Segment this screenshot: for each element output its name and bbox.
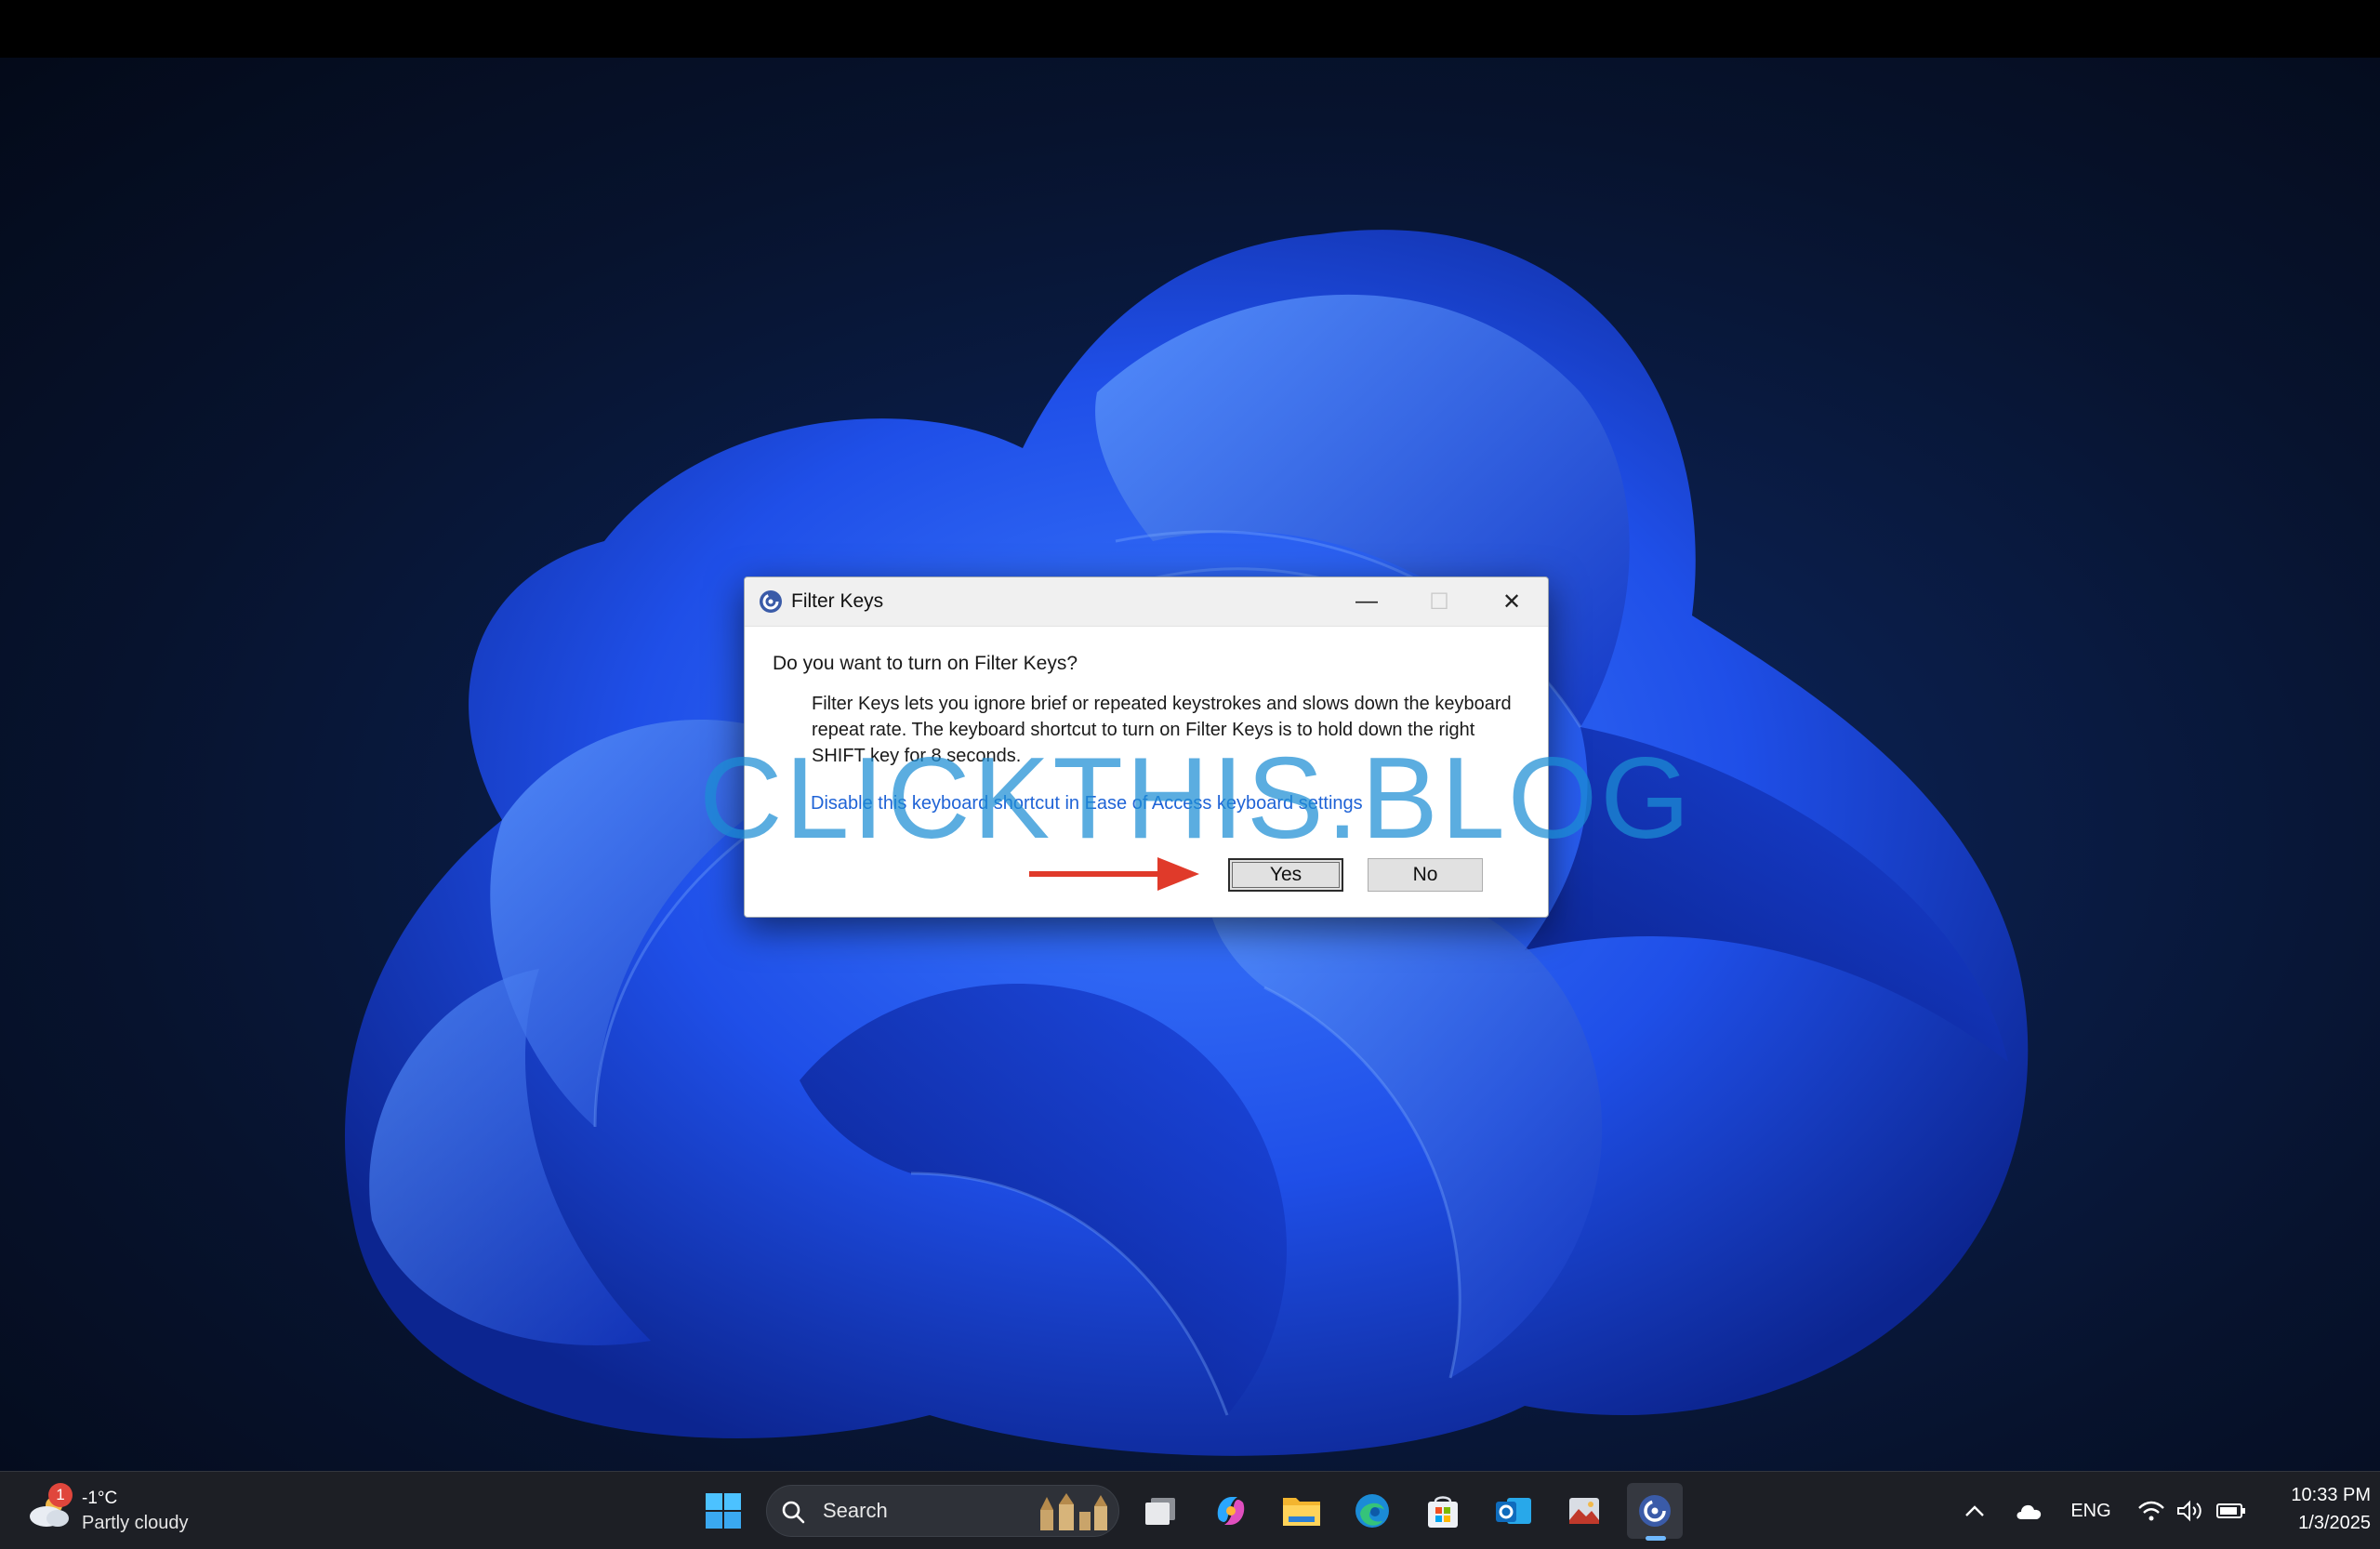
outlook-button[interactable]: [1486, 1483, 1541, 1539]
volume-icon: [2177, 1500, 2202, 1522]
outlook-icon: [1496, 1498, 1531, 1524]
cloud-icon: [2016, 1504, 2042, 1519]
start-button[interactable]: [695, 1483, 751, 1539]
taskbar-search[interactable]: Search: [766, 1485, 1119, 1537]
system-clock[interactable]: 10:33 PM 1/3/2025: [2250, 1481, 2371, 1537]
weather-alert-badge: 1: [48, 1483, 73, 1507]
gallery-icon: [1569, 1498, 1599, 1524]
dialog-question: Do you want to turn on Filter Keys?: [773, 653, 1078, 674]
filter-keys-icon: [1639, 1495, 1671, 1527]
maximize-icon: ☐: [1429, 589, 1449, 615]
file-explorer-icon: [1283, 1498, 1320, 1526]
windows-start-icon: [706, 1493, 741, 1529]
weather-temperature: -1°C: [82, 1489, 118, 1508]
dialog-titlebar[interactable]: Filter Keys — ☐ ✕: [745, 577, 1548, 627]
close-button[interactable]: ✕: [1475, 577, 1548, 626]
task-view-icon: [1145, 1498, 1175, 1525]
search-highlight-icon: [1040, 1493, 1107, 1530]
chevron-up-icon: [1965, 1505, 1984, 1516]
battery-icon: [2216, 1503, 2245, 1518]
gallery-button[interactable]: [1556, 1483, 1612, 1539]
copilot-button[interactable]: [1203, 1483, 1259, 1539]
watermark: CLICKTHIS.BLOG: [699, 735, 1693, 863]
maximize-button: ☐: [1403, 577, 1475, 626]
volume-button[interactable]: [2174, 1490, 2207, 1531]
minimize-button[interactable]: —: [1330, 577, 1403, 626]
microsoft-store-icon: [1428, 1496, 1458, 1528]
wifi-icon: [2138, 1501, 2164, 1521]
minimize-icon: —: [1355, 589, 1378, 614]
task-view-button[interactable]: [1132, 1483, 1188, 1539]
weather-condition: Partly cloudy: [82, 1513, 189, 1533]
wifi-button[interactable]: [2135, 1490, 2168, 1531]
onedrive-button[interactable]: [2008, 1490, 2049, 1531]
search-icon: [782, 1501, 805, 1524]
edge-icon: [1355, 1494, 1389, 1528]
dialog-title: Filter Keys: [791, 590, 884, 612]
battery-button[interactable]: [2213, 1490, 2250, 1531]
clock-date: 1/3/2025: [2298, 1513, 2371, 1533]
filter-keys-app-icon: [760, 590, 782, 613]
active-app-indicator: [1646, 1536, 1666, 1541]
copilot-icon: [1217, 1497, 1245, 1525]
letterbox-bar: [0, 0, 2380, 58]
taskbar: 1 -1°C Partly cloudy Search ENG 10:33 PM…: [0, 1471, 2380, 1549]
edge-button[interactable]: [1344, 1483, 1400, 1539]
clock-time: 10:33 PM: [2291, 1485, 2371, 1505]
show-hidden-icons-button[interactable]: [1958, 1490, 1991, 1531]
microsoft-store-button[interactable]: [1415, 1483, 1471, 1539]
weather-widget[interactable]: 1 -1°C Partly cloudy: [26, 1481, 212, 1541]
file-explorer-button[interactable]: [1274, 1483, 1329, 1539]
language-indicator[interactable]: ENG: [2058, 1490, 2123, 1531]
filter-keys-taskbar-button[interactable]: [1627, 1483, 1683, 1539]
search-label: Search: [823, 1499, 888, 1522]
close-icon: ✕: [1501, 589, 1522, 615]
